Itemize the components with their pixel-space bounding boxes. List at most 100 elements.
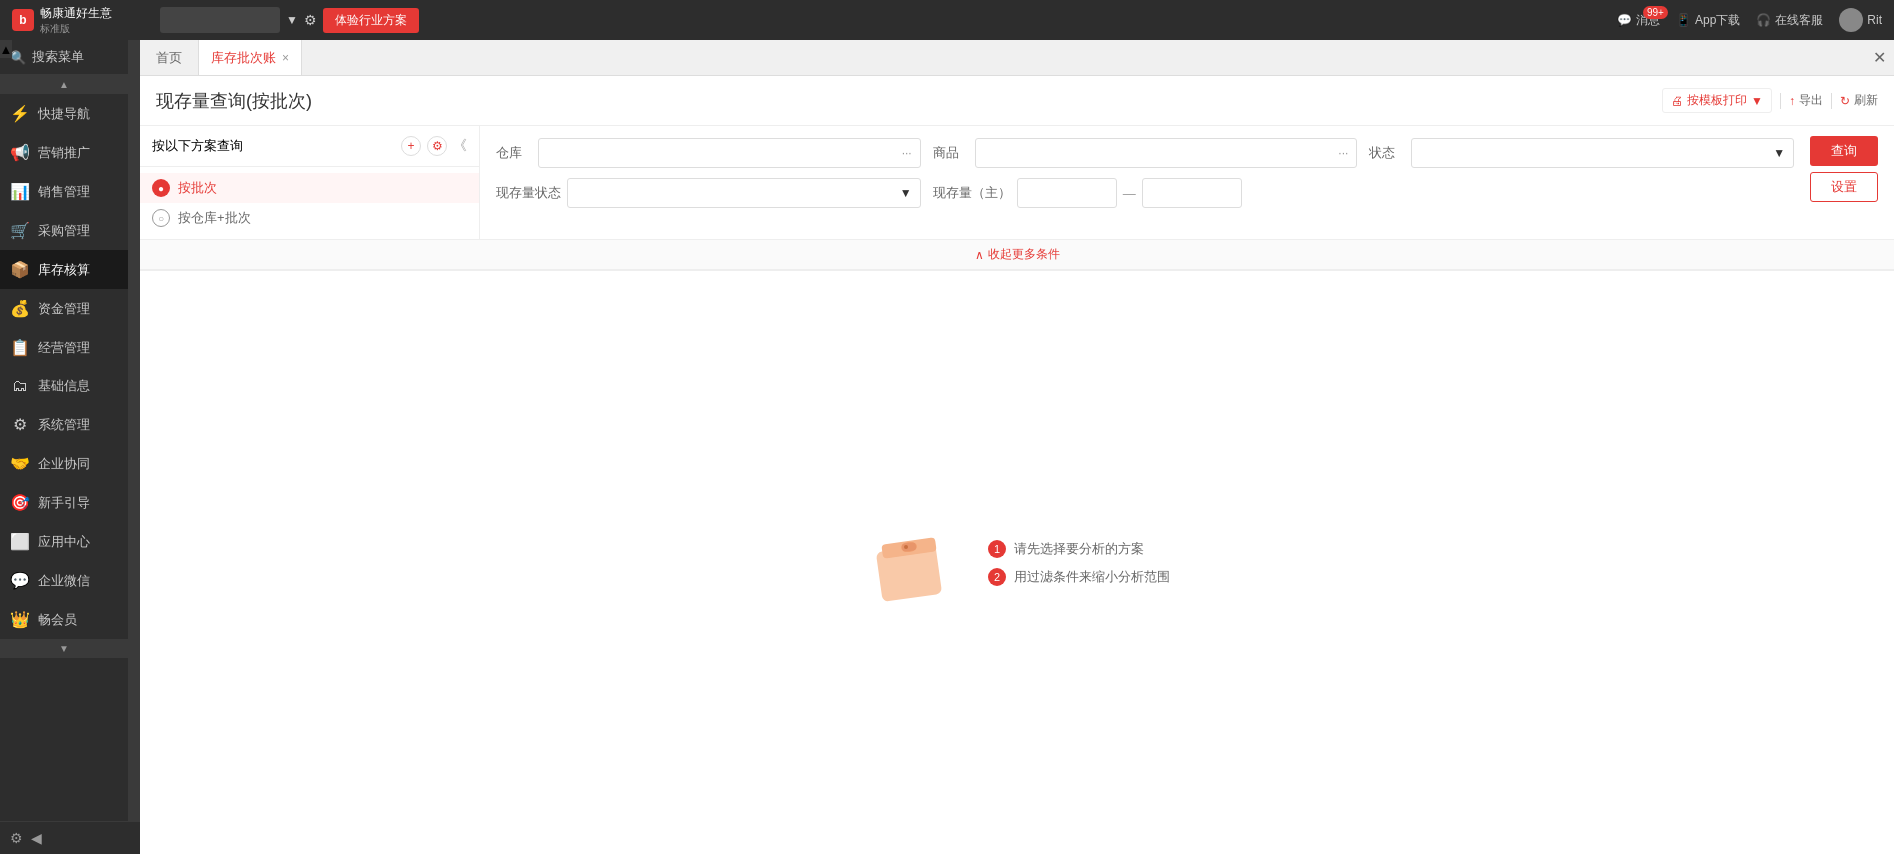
sidebar-item-销售管理[interactable]: 📊 销售管理	[0, 172, 128, 211]
sidebar-bottom: ⚙ ◀	[0, 821, 140, 854]
sidebar-item-畅会员[interactable]: 👑 畅会员	[0, 600, 128, 639]
nav-input[interactable]	[160, 7, 280, 33]
stock-qty-to[interactable]	[1142, 178, 1242, 208]
stock-status-field: 现存量状态 ▼	[496, 178, 921, 208]
status-label: 状态	[1369, 144, 1405, 162]
logo-icon: b	[12, 9, 34, 31]
status-field: 状态 ▼	[1369, 138, 1794, 168]
sidebar-item-系统管理[interactable]: ⚙ 系统管理	[0, 405, 128, 444]
sidebar-label-3: 采购管理	[38, 222, 90, 240]
nav-icon-1: 📢	[10, 143, 30, 162]
tab-库存批次账[interactable]: 库存批次账 ×	[199, 40, 302, 75]
logo-area: b 畅康通好生意 标准版	[12, 5, 152, 36]
sidebar-search-label: 搜索菜单	[32, 48, 84, 66]
user-name: Rit	[1867, 13, 1882, 27]
filter-fields-row-1: 仓库 ··· 商品	[496, 138, 1794, 168]
refresh-btn[interactable]: ↻ 刷新	[1840, 92, 1878, 109]
filter-left-header: 按以下方案查询 + ⚙ 《	[140, 126, 479, 167]
top-header: b 畅康通好生意 标准版 ▼ ⚙ 体验行业方案 💬 消息 99+ 📱 App下载…	[0, 0, 1894, 40]
collapse-panel-btn[interactable]: 《	[453, 137, 467, 155]
plan-icon-outline: ○	[152, 209, 170, 227]
sidebar-item-营销推广[interactable]: 📢 营销推广	[0, 133, 128, 172]
sidebar-label-13: 畅会员	[38, 611, 77, 629]
settings-icon-btn[interactable]: ⚙	[304, 12, 317, 28]
sidebar-label-11: 应用中心	[38, 533, 90, 551]
warehouse-input[interactable]: ···	[538, 138, 921, 168]
sidebar-item-应用中心[interactable]: ⬜ 应用中心	[0, 522, 128, 561]
sidebar-label-6: 经营管理	[38, 339, 90, 357]
export-label: 导出	[1799, 92, 1823, 109]
sidebar-item-资金管理[interactable]: 💰 资金管理	[0, 289, 128, 328]
empty-state: 1 请先选择要分析的方案 2 用过滤条件来缩小分析范围	[140, 271, 1894, 854]
print-label: 按模板打印	[1687, 92, 1747, 109]
sidebar-item-采购管理[interactable]: 🛒 采购管理	[0, 211, 128, 250]
header-nav: ▼ ⚙ 体验行业方案	[160, 7, 1609, 33]
settings-plan-btn[interactable]: ⚙	[427, 136, 447, 156]
scroll-up-btn[interactable]: ▲	[0, 40, 12, 58]
empty-step-1: 1 请先选择要分析的方案	[988, 540, 1170, 558]
collapse-more-label: 收起更多条件	[988, 246, 1060, 263]
query-button[interactable]: 查询	[1810, 136, 1878, 166]
nav-icon-4: 📦	[10, 260, 30, 279]
main-layout: ▲ 🔍 搜索菜单 ▲ ⚡ 快捷导航 📢 营销推广	[0, 40, 1894, 854]
filter-fields-area: 仓库 ··· 商品	[480, 126, 1894, 239]
divider-2	[1831, 93, 1832, 109]
nav-dropdown-btn[interactable]: ▼	[286, 13, 298, 27]
nav-icon-12: 💬	[10, 571, 30, 590]
stock-qty-field: 现存量（主） —	[933, 178, 1358, 208]
status-select[interactable]: ▼	[1411, 138, 1794, 168]
nav-icon-5: 💰	[10, 299, 30, 318]
filter-fields-row-2: 现存量状态 ▼ 现存量（主）	[496, 178, 1794, 208]
tab-home[interactable]: 首页	[140, 40, 199, 75]
sidebar-scroll-down[interactable]: ▼	[0, 639, 128, 658]
service-icon: 🎧	[1756, 13, 1771, 27]
tab-close-icon[interactable]: ×	[282, 52, 289, 64]
nav-icon-11: ⬜	[10, 532, 30, 551]
sidebar-collapse-btn[interactable]: ◀	[31, 830, 42, 846]
filter-actions-col: 查询 设置	[1810, 126, 1894, 239]
print-btn[interactable]: 🖨 按模板打印 ▼	[1662, 88, 1772, 113]
sidebar-item-基础信息[interactable]: 🗂 基础信息	[0, 367, 128, 405]
stock-qty-range: —	[1017, 178, 1242, 208]
warehouse-dots[interactable]: ···	[902, 146, 912, 160]
plan-item-按批次[interactable]: ● 按批次	[140, 173, 479, 203]
goods-field: 商品 ···	[933, 138, 1358, 168]
stock-status-select[interactable]: ▼	[567, 178, 921, 208]
refresh-label: 刷新	[1854, 92, 1878, 109]
sidebar-scrollbar[interactable]	[128, 40, 140, 821]
export-btn[interactable]: ↑ 导出	[1789, 92, 1823, 109]
sidebar-item-库存核算[interactable]: 📦 库存核算	[0, 250, 128, 289]
sidebar-scroll-up[interactable]: ▲	[0, 75, 128, 94]
page-header: 现存量查询(按批次) 🖨 按模板打印 ▼ ↑ 导出 ↻ 刷	[140, 76, 1894, 126]
message-icon: 💬	[1617, 13, 1632, 27]
sidebar-item-经营管理[interactable]: 📋 经营管理	[0, 328, 128, 367]
nav-icon-3: 🛒	[10, 221, 30, 240]
content-area: 首页 库存批次账 × ✕ 现存量查询(按批次) 🖨 按模板打印 ▼	[140, 40, 1894, 854]
goods-dots[interactable]: ···	[1338, 146, 1348, 160]
sidebar-search[interactable]: 🔍 搜索菜单	[0, 40, 128, 75]
add-plan-btn[interactable]: +	[401, 136, 421, 156]
stock-qty-from[interactable]	[1017, 178, 1117, 208]
sidebar-item-企业微信[interactable]: 💬 企业微信	[0, 561, 128, 600]
filter-settings-button[interactable]: 设置	[1810, 172, 1878, 202]
nav-icon-10: 🎯	[10, 493, 30, 512]
sidebar-settings-btn[interactable]: ⚙	[10, 830, 23, 846]
sidebar-item-新手引导[interactable]: 🎯 新手引导	[0, 483, 128, 522]
sidebar-label-9: 企业协同	[38, 455, 90, 473]
user-area[interactable]: Rit	[1839, 8, 1882, 32]
nav-icon-13: 👑	[10, 610, 30, 629]
trial-button[interactable]: 体验行业方案	[323, 8, 419, 33]
tab-bar-close-btn[interactable]: ✕	[1873, 48, 1886, 67]
online-service-btn[interactable]: 🎧 在线客服	[1756, 12, 1823, 29]
plan-item-按仓库批次[interactable]: ○ 按仓库+批次	[140, 203, 479, 233]
nav-icon-2: 📊	[10, 182, 30, 201]
message-btn[interactable]: 💬 消息 99+	[1617, 12, 1660, 29]
sidebar-item-企业协同[interactable]: 🤝 企业协同	[0, 444, 128, 483]
collapse-more-btn[interactable]: ∧ 收起更多条件	[140, 240, 1894, 270]
goods-input[interactable]: ···	[975, 138, 1358, 168]
print-dropdown-icon: ▼	[1751, 94, 1763, 108]
page-content: 现存量查询(按批次) 🖨 按模板打印 ▼ ↑ 导出 ↻ 刷	[140, 76, 1894, 854]
sidebar-label-4: 库存核算	[38, 261, 90, 279]
app-download-btn[interactable]: 📱 App下载	[1676, 12, 1740, 29]
sidebar-item-快捷导航[interactable]: ⚡ 快捷导航	[0, 94, 128, 133]
